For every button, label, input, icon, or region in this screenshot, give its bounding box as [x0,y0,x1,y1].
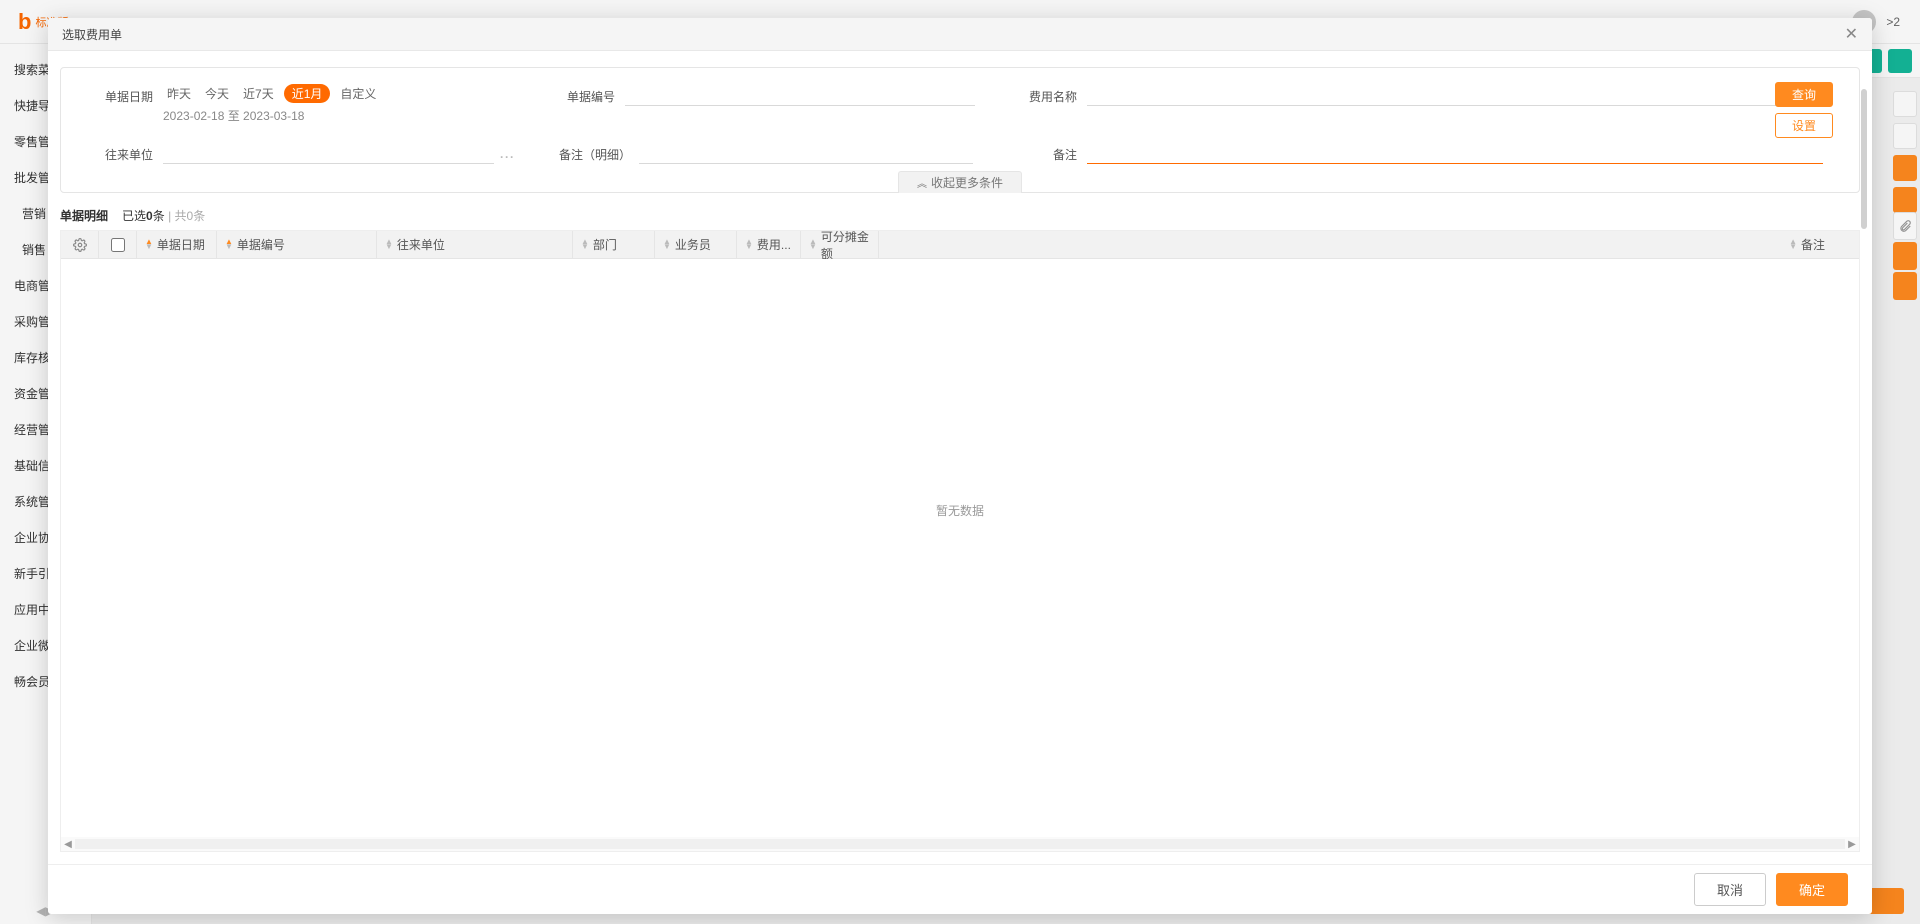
empty-state: 暂无数据 [61,502,1859,519]
filter-remark-detail: 备注（明细） [559,142,989,164]
fee-name-input[interactable] [1087,84,1802,106]
total-text: 共0条 [175,209,206,223]
partner-picker-icon[interactable]: ··· [500,150,515,164]
select-expense-modal: 选取费用单 ✕ 单据日期 昨天今天近7天近1月自定义 2023-02-18 至 … [48,18,1872,914]
filter-panel: 单据日期 昨天今天近7天近1月自定义 2023-02-18 至 2023-03-… [60,67,1860,193]
modal-title: 选取费用单 [62,26,1845,43]
doc-code-input[interactable] [625,84,975,106]
partner-input[interactable] [163,142,494,164]
date-quick-options: 昨天今天近7天近1月自定义 [163,84,380,103]
sort-icon[interactable]: ▲▼ [745,239,753,249]
table-header-chk[interactable] [99,231,137,258]
table-header-clerk[interactable]: ▲▼ 业务员 [655,231,737,258]
selected-count: 0 [146,209,153,223]
partner-label: 往来单位 [97,142,153,163]
doc-date-label: 单据日期 [97,84,153,105]
collapse-label: 收起更多条件 [931,174,1003,191]
remark-detail-input[interactable] [639,142,973,164]
table-header-dept[interactable]: ▲▼ 部门 [573,231,655,258]
sort-icon[interactable]: ▲▼ [145,239,153,249]
filter-partner: 往来单位 ··· [97,142,527,164]
table-header-partner[interactable]: ▲▼ 往来单位 [377,231,573,258]
filter-doc-code: 单据编号 [559,84,989,106]
settings-button[interactable]: 设置 [1775,113,1833,138]
sort-icon[interactable]: ▲▼ [1789,239,1797,249]
table-body: 暂无数据 [61,259,1859,837]
table-header-row: ▲▼单据日期▲▼单据编号▲▼往来单位▲▼部门▲▼业务员▲▼费用...▲▼可分摊金… [61,231,1859,259]
query-button[interactable]: 查询 [1775,82,1833,107]
table-header-gear[interactable] [61,231,99,258]
table-header-date[interactable]: ▲▼ 单据日期 [137,231,217,258]
remark-label: 备注 [1021,142,1077,163]
date-option[interactable]: 近1月 [284,84,331,103]
remark-input[interactable] [1087,142,1823,164]
col-label: 业务员 [675,236,711,253]
selected-suffix: 条 [153,209,165,223]
doc-code-label: 单据编号 [559,84,615,105]
total-divider: | [165,209,175,223]
col-label: 备注 [1801,236,1825,253]
col-label: 费用... [757,236,791,253]
table-header-fee[interactable]: ▲▼ 费用... [737,231,801,258]
table-header-remark[interactable]: ▲▼ 备注 [879,231,1859,258]
filter-remark: 备注 [1021,142,1823,164]
sort-icon[interactable]: ▲▼ [809,239,817,249]
filter-fee-name: 费用名称 ··· [1021,84,1823,106]
sort-icon[interactable]: ▲▼ [225,239,233,249]
hscroll-left-icon[interactable]: ◀ [61,839,75,850]
date-option[interactable]: 昨天 [163,84,195,103]
col-label: 单据编号 [237,236,285,253]
detail-table: ▲▼单据日期▲▼单据编号▲▼往来单位▲▼部门▲▼业务员▲▼费用...▲▼可分摊金… [60,230,1860,852]
col-label: 往来单位 [397,236,445,253]
table-header-amount[interactable]: ▲▼可分摊金额 [801,231,879,258]
modal-vertical-scrollbar[interactable] [1860,69,1868,860]
cancel-button[interactable]: 取消 [1694,873,1766,906]
date-option[interactable]: 近7天 [239,84,278,103]
col-label: 单据日期 [157,236,205,253]
modal-header: 选取费用单 ✕ [48,18,1872,51]
detail-selected-count: 已选0条 | 共0条 [122,207,205,224]
gear-icon[interactable] [73,238,87,252]
table-horizontal-scrollbar[interactable]: ◀ ▶ [61,837,1859,851]
hscroll-right-icon[interactable]: ▶ [1845,839,1859,850]
filter-doc-date: 单据日期 昨天今天近7天近1月自定义 2023-02-18 至 2023-03-… [97,84,527,124]
modal-body: 单据日期 昨天今天近7天近1月自定义 2023-02-18 至 2023-03-… [48,51,1872,864]
date-option[interactable]: 自定义 [336,84,380,103]
remark-detail-label: 备注（明细） [559,142,629,163]
date-option[interactable]: 今天 [201,84,233,103]
chevron-up-icon: ︽ [917,175,927,190]
ok-button[interactable]: 确定 [1776,873,1848,906]
select-all-checkbox[interactable] [111,238,125,252]
col-label: 部门 [593,236,617,253]
sort-icon[interactable]: ▲▼ [663,239,671,249]
date-range-text: 2023-02-18 至 2023-03-18 [163,107,380,124]
fee-name-label: 费用名称 [1021,84,1077,105]
hscroll-track[interactable] [75,839,1845,849]
filter-actions: 查询 设置 [1775,82,1833,138]
sort-icon[interactable]: ▲▼ [385,239,393,249]
col-label: 可分摊金额 [821,230,870,262]
close-icon[interactable]: ✕ [1845,24,1858,44]
sort-icon[interactable]: ▲▼ [581,239,589,249]
modal-footer: 取消 确定 [48,864,1872,914]
selected-prefix: 已选 [122,209,146,223]
collapse-conditions-toggle[interactable]: ︽ 收起更多条件 [898,171,1022,193]
detail-title: 单据明细 [60,207,108,224]
table-header-code[interactable]: ▲▼ 单据编号 [217,231,377,258]
detail-header: 单据明细 已选0条 | 共0条 [60,207,1860,224]
